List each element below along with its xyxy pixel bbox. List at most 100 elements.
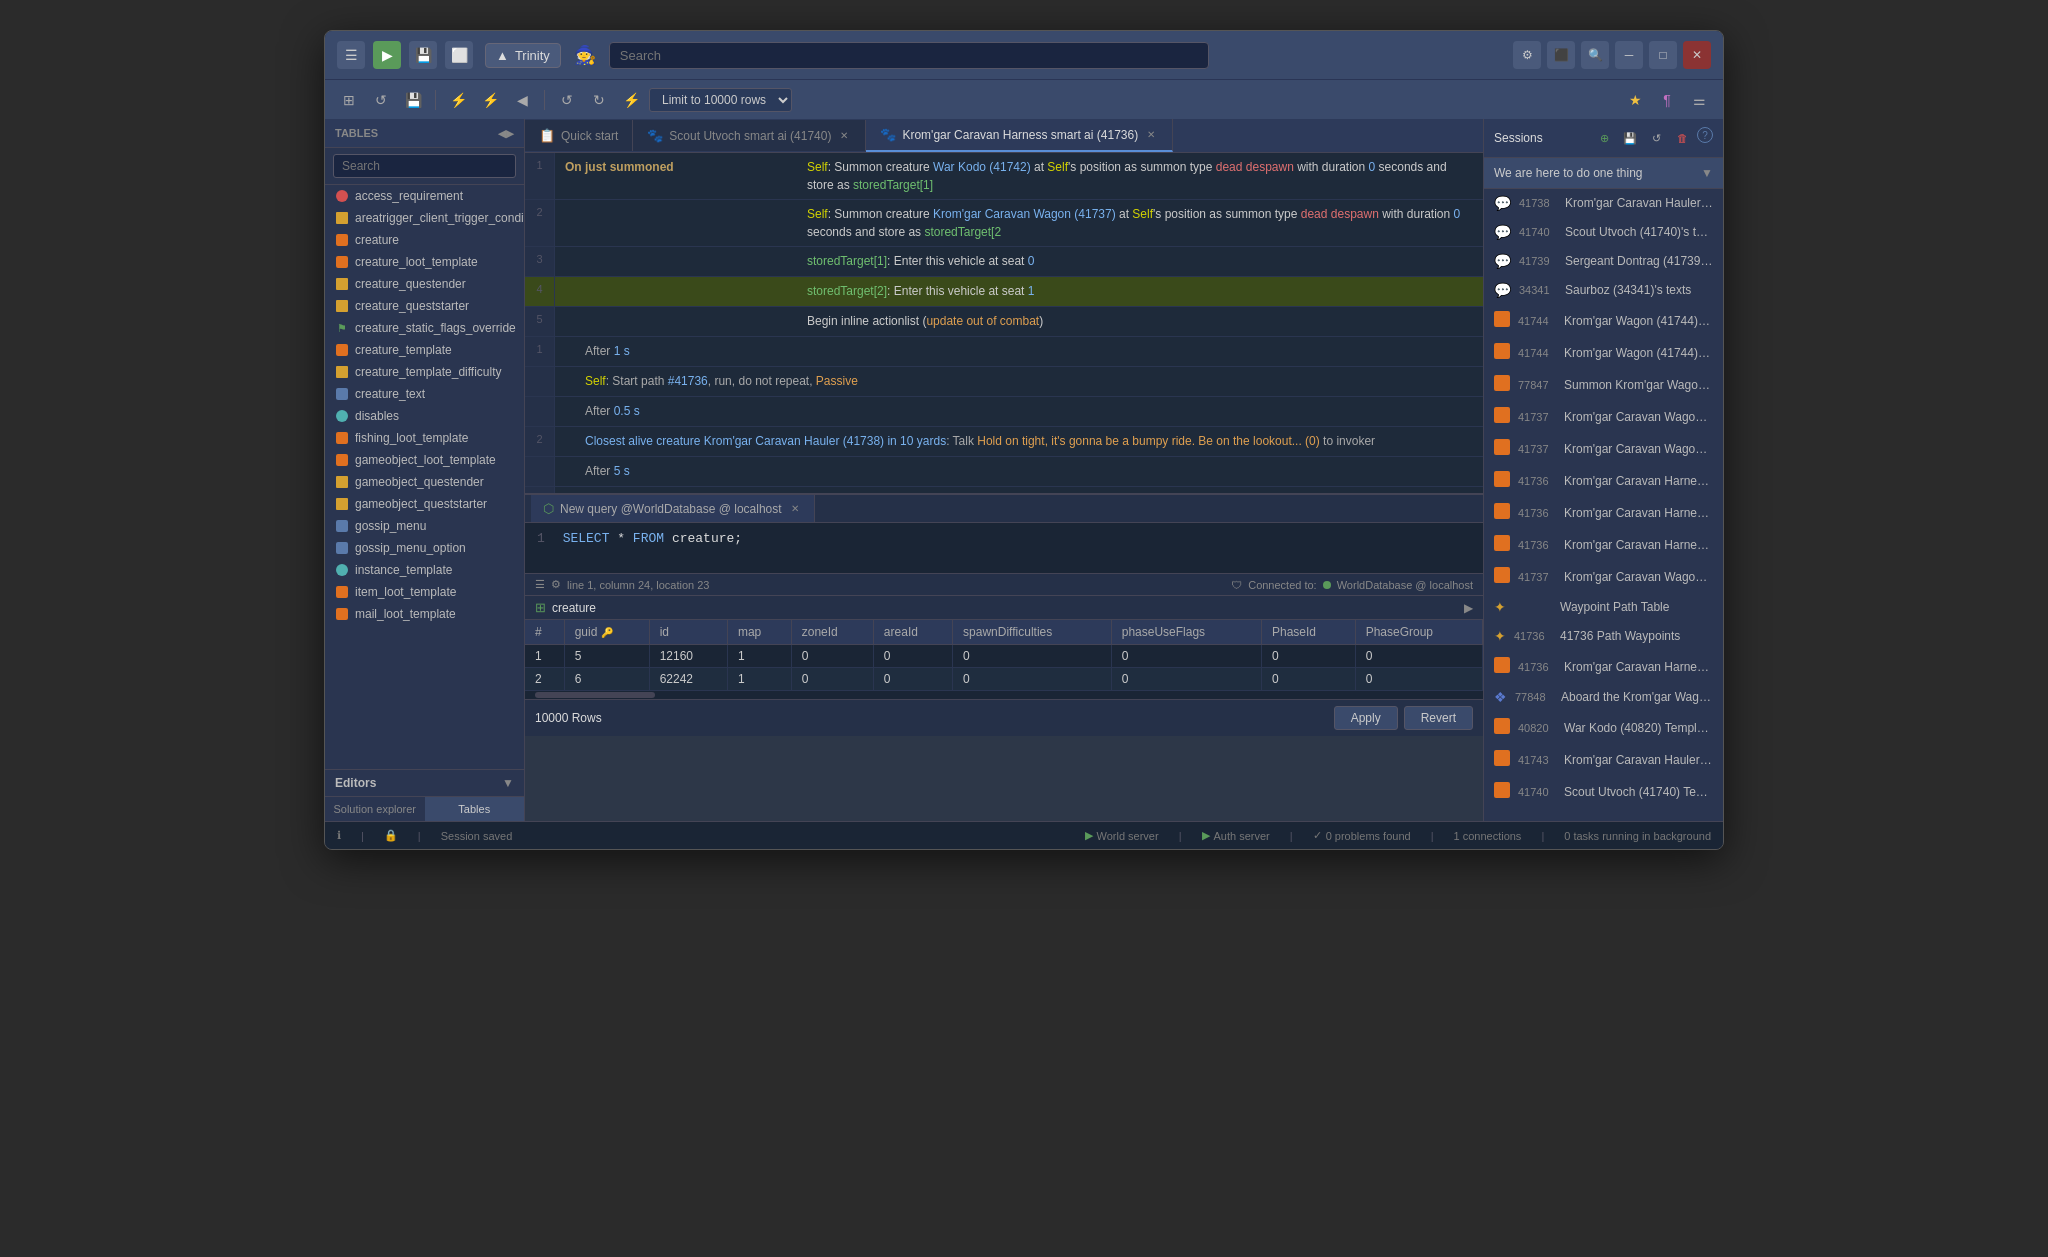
sessions-save-button[interactable]: 💾 [1619, 127, 1641, 149]
list-item[interactable]: ⚑ creature_static_flags_override [325, 317, 524, 339]
undo-button[interactable]: ↺ [553, 86, 581, 114]
session-item[interactable]: 41737 Krom'gar Caravan Wagon (41... [1484, 401, 1723, 433]
apply-button[interactable]: Apply [1334, 706, 1398, 730]
tab-close-button[interactable]: ✕ [1144, 128, 1158, 142]
sidebar-search-input[interactable] [333, 154, 516, 178]
ai-row: 1 After 1 s [525, 337, 1483, 367]
revert-button[interactable]: Revert [1404, 706, 1473, 730]
limit-select[interactable]: Limit to 10000 rows [649, 88, 792, 112]
zoom-button[interactable]: 🔍 [1581, 41, 1609, 69]
world-server-item[interactable]: ▶ World server [1085, 829, 1159, 842]
session-item[interactable]: 💬 41738 Krom'gar Caravan Hauler (41... [1484, 189, 1723, 218]
duplicate-button[interactable]: ⬛ [1547, 41, 1575, 69]
list-item[interactable]: gossip_menu [325, 515, 524, 537]
list-item[interactable]: gossip_menu_option [325, 537, 524, 559]
list-item[interactable]: mail_loot_template [325, 603, 524, 625]
sessions-refresh-button[interactable]: ↺ [1645, 127, 1667, 149]
item-icon [335, 343, 349, 357]
format-button[interactable]: ⚌ [1685, 86, 1713, 114]
list-item[interactable]: gameobject_loot_template [325, 449, 524, 471]
solution-explorer-tab[interactable]: Solution explorer [325, 797, 425, 821]
sessions-delete-button[interactable]: 🗑 [1671, 127, 1693, 149]
play-button[interactable]: ▶ [373, 41, 401, 69]
list-item[interactable]: instance_template [325, 559, 524, 581]
scroll-right-btn[interactable]: ▶ [1464, 601, 1473, 615]
list-item[interactable]: gameobject_questender [325, 471, 524, 493]
execute-button[interactable]: ⚡ [617, 86, 645, 114]
session-item[interactable]: 41740 Scout Utvoch (41740) Templa... [1484, 776, 1723, 808]
query-close-button[interactable]: ✕ [788, 502, 802, 516]
tab-quick-start[interactable]: 📋 Quick start [525, 120, 633, 151]
col-phaseid: PhaseId [1262, 620, 1356, 645]
table-row[interactable]: 2 6 62242 1 0 0 0 0 0 0 [525, 668, 1483, 691]
ai-text: storedTarget[1]: Enter this vehicle at s… [807, 254, 1034, 268]
session-item[interactable]: 💬 34341 Saurboz (34341)'s texts [1484, 276, 1723, 305]
play-icon: ▶ [1085, 829, 1093, 842]
table-row[interactable]: 1 5 12160 1 0 0 0 0 0 0 [525, 645, 1483, 668]
list-item[interactable]: disables [325, 405, 524, 427]
session-item[interactable]: 41736 Krom'gar Caravan Harness s... [1484, 651, 1723, 683]
sessions-add-button[interactable]: ⊕ [1593, 127, 1615, 149]
list-item[interactable]: creature [325, 229, 524, 251]
minimize-button[interactable]: ─ [1615, 41, 1643, 69]
tab-close-button[interactable]: ✕ [837, 129, 851, 143]
sessions-collapse-icon[interactable]: ▼ [1701, 166, 1713, 180]
session-item[interactable]: 41736 Krom'gar Caravan Harness (4... [1484, 529, 1723, 561]
session-item[interactable]: 41744 Krom'gar Wagon (41744) npc... [1484, 305, 1723, 337]
session-icon: 💬 [1494, 282, 1511, 298]
refresh-button[interactable]: ↺ [367, 86, 395, 114]
session-item[interactable]: ✦ Waypoint Path Table [1484, 593, 1723, 622]
tab-kromgar-harness[interactable]: 🐾 Krom'gar Caravan Harness smart ai (417… [866, 119, 1173, 152]
horizontal-scrollbar[interactable] [525, 691, 1483, 699]
list-item[interactable]: gameobject_queststarter [325, 493, 524, 515]
save-toolbar-button[interactable]: 💾 [399, 86, 427, 114]
search-input[interactable] [609, 42, 1209, 69]
collapse-icon[interactable]: ◀▶ [498, 128, 514, 139]
session-item[interactable]: 41744 Krom'gar Wagon (41744) Te... [1484, 337, 1723, 369]
list-item[interactable]: item_loot_template [325, 581, 524, 603]
redo-button[interactable]: ↻ [585, 86, 613, 114]
pilcrow-button[interactable]: ¶ [1653, 86, 1681, 114]
query-editor[interactable]: 1 SELECT * FROM creature; [525, 523, 1483, 573]
back-button[interactable]: ◀ [508, 86, 536, 114]
grid-button[interactable]: ⊞ [335, 86, 363, 114]
list-item[interactable]: creature_questender [325, 273, 524, 295]
tab-scout-utvoch[interactable]: 🐾 Scout Utvoch smart ai (41740) ✕ [633, 120, 866, 151]
session-item[interactable]: 41737 Krom'gar Caravan Wagon (41... [1484, 433, 1723, 465]
list-item[interactable]: creature_template [325, 339, 524, 361]
lightning2-button[interactable]: ⚡ [476, 86, 504, 114]
close-button[interactable]: ✕ [1683, 41, 1711, 69]
list-item[interactable]: areatrigger_client_trigger_conditions [325, 207, 524, 229]
session-item[interactable]: 41736 Krom'gar Caravan Harness (4... [1484, 465, 1723, 497]
save-button[interactable]: 💾 [409, 41, 437, 69]
session-item[interactable]: 40820 War Kodo (40820) Template ... [1484, 712, 1723, 744]
session-item[interactable]: 💬 41739 Sergeant Dontrag (41739)'s t... [1484, 247, 1723, 276]
auth-server-item[interactable]: ▶ Auth server [1202, 829, 1270, 842]
query-tab[interactable]: ⬡ New query @WorldDatabase @ localhost ✕ [531, 495, 815, 522]
session-item[interactable]: ✦ 41736 41736 Path Waypoints [1484, 622, 1723, 651]
editors-chevron[interactable]: ▼ [502, 776, 514, 790]
star-button[interactable]: ★ [1621, 86, 1649, 114]
list-item[interactable]: access_requirement [325, 185, 524, 207]
list-item[interactable]: creature_queststarter [325, 295, 524, 317]
session-item[interactable]: 💬 41740 Scout Utvoch (41740)'s texts [1484, 218, 1723, 247]
session-id: 41736 [1518, 507, 1556, 519]
session-item[interactable]: 41737 Krom'gar Caravan Wagon (41... [1484, 561, 1723, 593]
trinity-menu[interactable]: ▲ Trinity [485, 43, 561, 68]
session-item[interactable]: 77847 Summon Krom'gar Wagon (7... [1484, 369, 1723, 401]
list-item[interactable]: creature_text [325, 383, 524, 405]
list-item[interactable]: creature_template_difficulty [325, 361, 524, 383]
session-item[interactable]: ❖ 77848 Aboard the Krom'gar Wagon (... [1484, 683, 1723, 712]
results-table-container[interactable]: # guid 🔑 id map zoneId areaId spawnDiffi… [525, 620, 1483, 691]
list-item[interactable]: fishing_loot_template [325, 427, 524, 449]
tables-tab[interactable]: Tables [425, 797, 525, 821]
settings-button[interactable]: ⚙ [1513, 41, 1541, 69]
copy-button[interactable]: ⬜ [445, 41, 473, 69]
hamburger-button[interactable]: ☰ [337, 41, 365, 69]
session-item[interactable]: 41743 Krom'gar Caravan Hauler (41... [1484, 744, 1723, 776]
sessions-help-button[interactable]: ? [1697, 127, 1713, 143]
maximize-button[interactable]: □ [1649, 41, 1677, 69]
list-item[interactable]: creature_loot_template [325, 251, 524, 273]
lightning-button[interactable]: ⚡ [444, 86, 472, 114]
session-item[interactable]: 41736 Krom'gar Caravan Harness (4... [1484, 497, 1723, 529]
